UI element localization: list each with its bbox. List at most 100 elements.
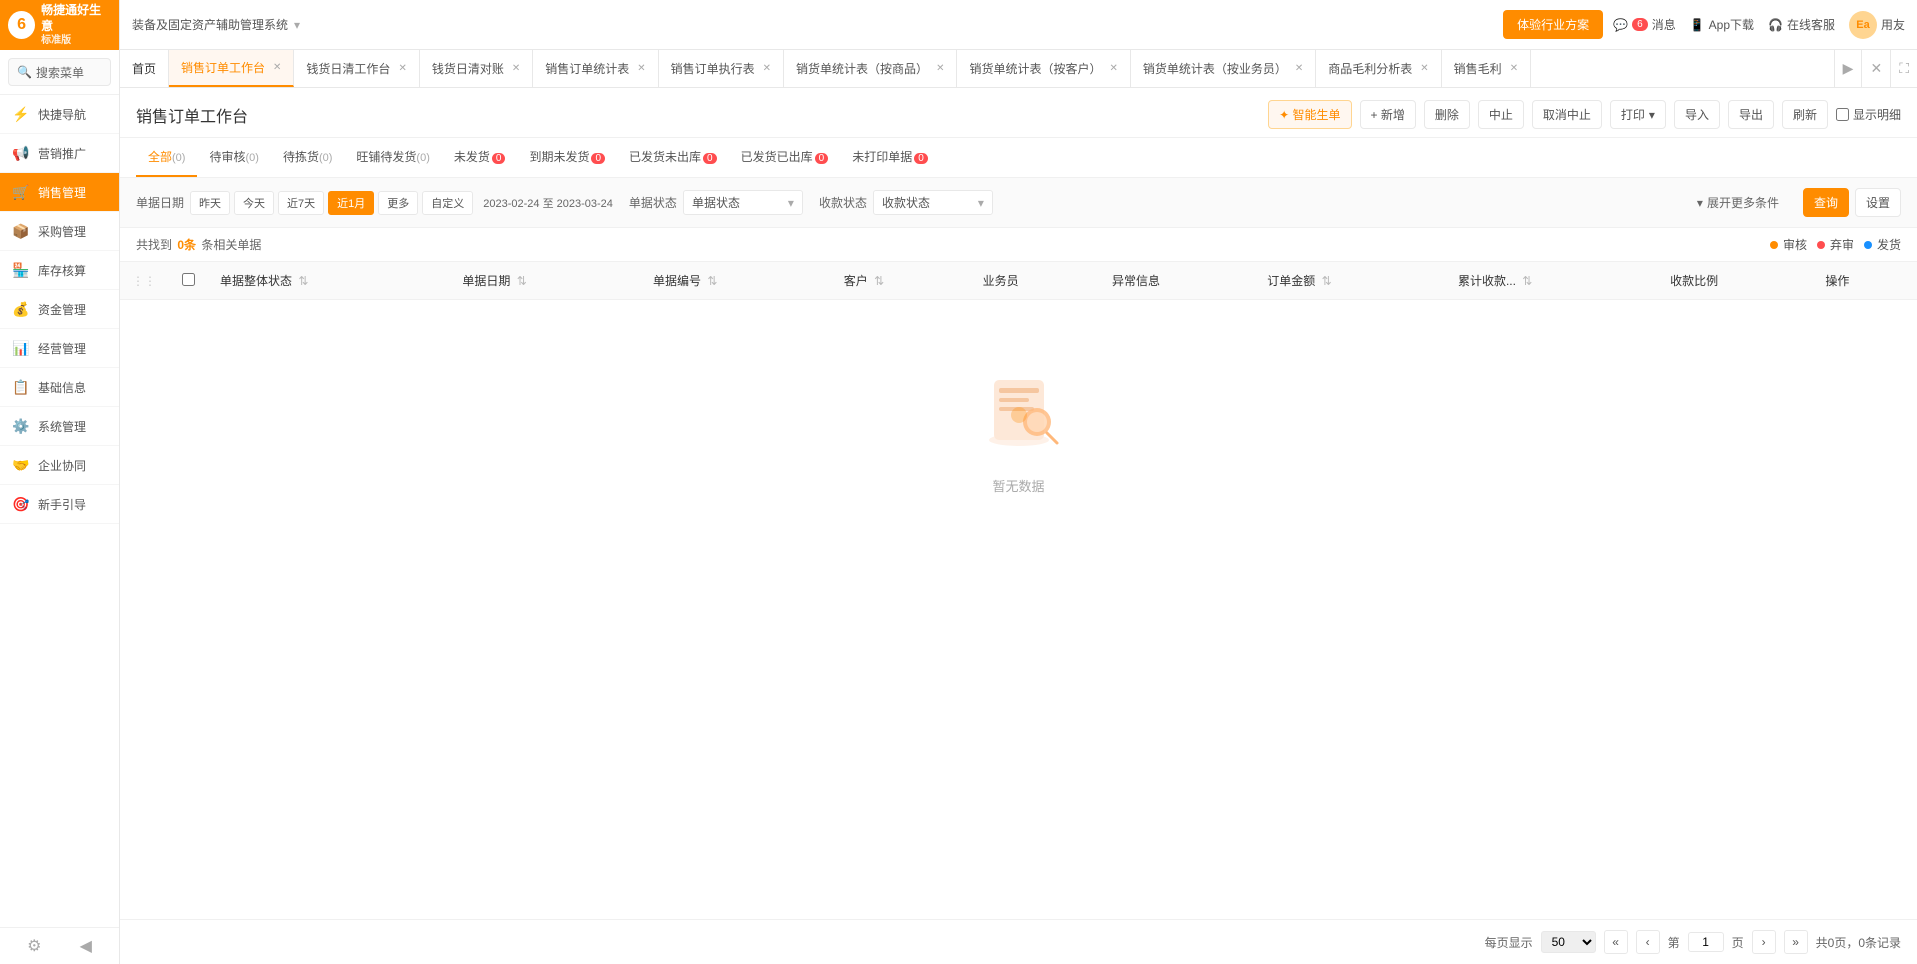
close-tab-cash-daily[interactable]: ✕ bbox=[398, 63, 406, 74]
ship-action[interactable]: 发货 bbox=[1864, 236, 1901, 253]
tab-home[interactable]: 首页 bbox=[120, 50, 169, 87]
sidebar-item-inventory[interactable]: 🏪 库存核算 bbox=[0, 251, 119, 290]
search-menu-button[interactable]: 🔍 搜索菜单 bbox=[8, 58, 111, 86]
close-tab-sales-stats[interactable]: ✕ bbox=[637, 63, 645, 74]
home-tab-label: 首页 bbox=[132, 60, 156, 77]
main-area: 装备及固定资产辅助管理系统 ▾ 体验行业方案 💬 6 消息 📱 App下载 🎧 … bbox=[120, 0, 1917, 964]
tab-fullscreen[interactable]: ⛶ bbox=[1890, 50, 1917, 87]
status-select[interactable]: 单据状态 ▾ bbox=[683, 190, 803, 215]
sub-tab-not-shipped[interactable]: 未发货0 bbox=[442, 138, 518, 177]
sub-tab-overdue-ship[interactable]: 到期未发货0 bbox=[517, 138, 617, 177]
per-page-select[interactable]: 20 50 100 bbox=[1541, 931, 1596, 953]
review-action[interactable]: 审核 bbox=[1770, 236, 1807, 253]
sort-number-icon[interactable]: ⇅ bbox=[707, 274, 717, 288]
sidebar-item-basic[interactable]: 📋 基础信息 bbox=[0, 368, 119, 407]
sort-date-icon[interactable]: ⇅ bbox=[517, 274, 527, 288]
tab-sales-summary-staff[interactable]: 销货单统计表（按业务员） ✕ bbox=[1131, 50, 1316, 87]
payment-select-arrow: ▾ bbox=[978, 196, 984, 210]
expand-filter-button[interactable]: ▾ 展开更多条件 bbox=[1697, 194, 1779, 211]
close-tab-summary-staff[interactable]: ✕ bbox=[1295, 63, 1303, 74]
user-menu[interactable]: Ea 用友 bbox=[1849, 11, 1905, 39]
prev-page-button[interactable]: ‹ bbox=[1636, 930, 1660, 954]
date-btn-custom[interactable]: 自定义 bbox=[422, 191, 473, 215]
next-page-button[interactable]: › bbox=[1752, 930, 1776, 954]
first-page-button[interactable]: « bbox=[1604, 930, 1628, 954]
sort-collected-icon[interactable]: ⇅ bbox=[1522, 274, 1532, 288]
stop-button[interactable]: 中止 bbox=[1478, 100, 1524, 129]
table-scroll[interactable]: ⋮⋮ 单据整体状态 ⇅ 单据日期 ⇅ bbox=[120, 262, 1917, 555]
tab-sales-summary-customer[interactable]: 销货单统计表（按客户） ✕ bbox=[957, 50, 1130, 87]
tab-gross-profit[interactable]: 商品毛利分析表 ✕ bbox=[1316, 50, 1441, 87]
date-filter-buttons: 昨天 今天 近7天 近1月 更多 自定义 bbox=[190, 191, 473, 215]
anti-review-action[interactable]: 弃审 bbox=[1817, 236, 1854, 253]
sidebar-item-marketing[interactable]: 📢 营销推广 bbox=[0, 134, 119, 173]
tab-cash-reconcile[interactable]: 钱货日清对账 ✕ bbox=[420, 50, 533, 87]
delete-button[interactable]: 删除 bbox=[1424, 100, 1470, 129]
page-unit-label: 页 bbox=[1732, 934, 1744, 951]
date-filter-label: 单据日期 bbox=[136, 194, 184, 211]
cancel-stop-button[interactable]: 取消中止 bbox=[1532, 100, 1602, 129]
show-detail-label[interactable]: 显示明细 bbox=[1836, 106, 1901, 123]
print-button[interactable]: 打印 ▾ bbox=[1610, 100, 1666, 129]
close-tab-gross-profit[interactable]: ✕ bbox=[1420, 63, 1428, 74]
sub-tab-wangpu-pending[interactable]: 旺铺待发货(0) bbox=[344, 138, 441, 177]
th-checkbox bbox=[168, 262, 208, 300]
sidebar-item-guide[interactable]: 🎯 新手引导 bbox=[0, 485, 119, 524]
sub-tab-pending-inspect[interactable]: 待拣货(0) bbox=[271, 138, 344, 177]
query-button[interactable]: 查询 bbox=[1803, 188, 1849, 217]
tab-cash-daily[interactable]: 钱货日清工作台 ✕ bbox=[294, 50, 419, 87]
sidebar-item-enterprise[interactable]: 🤝 企业协同 bbox=[0, 446, 119, 485]
sidebar-item-system[interactable]: ⚙️ 系统管理 bbox=[0, 407, 119, 446]
tab-close-all[interactable]: ✕ bbox=[1861, 50, 1890, 87]
show-detail-checkbox[interactable] bbox=[1836, 108, 1849, 121]
sidebar-item-sales[interactable]: 🛒 销售管理 bbox=[0, 173, 119, 212]
tab-sales-order[interactable]: 销售订单工作台 ✕ bbox=[169, 50, 294, 87]
sub-tab-pending-review[interactable]: 待审核(0) bbox=[197, 138, 270, 177]
payment-select[interactable]: 收款状态 ▾ bbox=[873, 190, 993, 215]
settings-filter-button[interactable]: 设置 bbox=[1855, 188, 1901, 217]
sort-status-icon[interactable]: ⇅ bbox=[298, 274, 308, 288]
page-number-input[interactable] bbox=[1688, 932, 1724, 952]
tab-scroll-right[interactable]: ▶ bbox=[1834, 50, 1862, 87]
close-tab-sales-exec[interactable]: ✕ bbox=[763, 63, 771, 74]
close-tab-cash-reconcile[interactable]: ✕ bbox=[512, 63, 520, 74]
sub-tab-shipped-out[interactable]: 已发货已出库0 bbox=[729, 138, 841, 177]
import-button[interactable]: 导入 bbox=[1674, 100, 1720, 129]
sub-tab-shipped-not-out[interactable]: 已发货未出库0 bbox=[617, 138, 729, 177]
collapse-sidebar-icon[interactable]: ◀ bbox=[80, 936, 92, 956]
sub-tab-not-printed[interactable]: 未打印单据0 bbox=[840, 138, 940, 177]
tab-sales-exec[interactable]: 销售订单执行表 ✕ bbox=[659, 50, 784, 87]
smart-create-button[interactable]: ✦ 智能生单 bbox=[1268, 100, 1351, 129]
solution-button[interactable]: 体验行业方案 bbox=[1503, 10, 1603, 39]
refresh-button[interactable]: 刷新 bbox=[1782, 100, 1828, 129]
date-btn-yesterday[interactable]: 昨天 bbox=[190, 191, 230, 215]
close-tab-sales-order[interactable]: ✕ bbox=[273, 62, 281, 73]
close-tab-sales-profit[interactable]: ✕ bbox=[1510, 63, 1518, 74]
online-service-button[interactable]: 🎧 在线客服 bbox=[1768, 16, 1835, 33]
select-all-checkbox[interactable] bbox=[182, 273, 195, 286]
sidebar-item-quick-nav[interactable]: ⚡ 快捷导航 bbox=[0, 95, 119, 134]
tab-sales-summary-product[interactable]: 销货单统计表（按商品） ✕ bbox=[784, 50, 957, 87]
close-tab-summary-customer[interactable]: ✕ bbox=[1109, 63, 1117, 74]
sidebar-item-operations[interactable]: 📊 经营管理 bbox=[0, 329, 119, 368]
sort-customer-icon[interactable]: ⇅ bbox=[874, 274, 884, 288]
settings-bottom-icon[interactable]: ⚙ bbox=[27, 936, 41, 956]
sidebar-item-purchase[interactable]: 📦 采购管理 bbox=[0, 212, 119, 251]
export-button[interactable]: 导出 bbox=[1728, 100, 1774, 129]
status-select-arrow: ▾ bbox=[788, 196, 794, 210]
sort-amount-icon[interactable]: ⇅ bbox=[1322, 274, 1332, 288]
add-button[interactable]: + 新增 bbox=[1360, 100, 1416, 129]
message-button[interactable]: 💬 6 消息 bbox=[1613, 16, 1676, 33]
app-download-button[interactable]: 📱 App下载 bbox=[1690, 16, 1754, 33]
date-btn-today[interactable]: 今天 bbox=[234, 191, 274, 215]
close-tab-summary-product[interactable]: ✕ bbox=[936, 63, 944, 74]
sales-order-tab-label: 销售订单工作台 bbox=[181, 59, 265, 76]
sidebar-item-finance[interactable]: 💰 资金管理 bbox=[0, 290, 119, 329]
date-btn-7days[interactable]: 近7天 bbox=[278, 191, 324, 215]
date-btn-1month[interactable]: 近1月 bbox=[328, 191, 374, 215]
sub-tab-all[interactable]: 全部(0) bbox=[136, 138, 197, 177]
tab-sales-stats[interactable]: 销售订单统计表 ✕ bbox=[533, 50, 658, 87]
date-btn-more[interactable]: 更多 bbox=[378, 191, 418, 215]
tab-sales-profit[interactable]: 销售毛利 ✕ bbox=[1442, 50, 1531, 87]
last-page-button[interactable]: » bbox=[1784, 930, 1808, 954]
